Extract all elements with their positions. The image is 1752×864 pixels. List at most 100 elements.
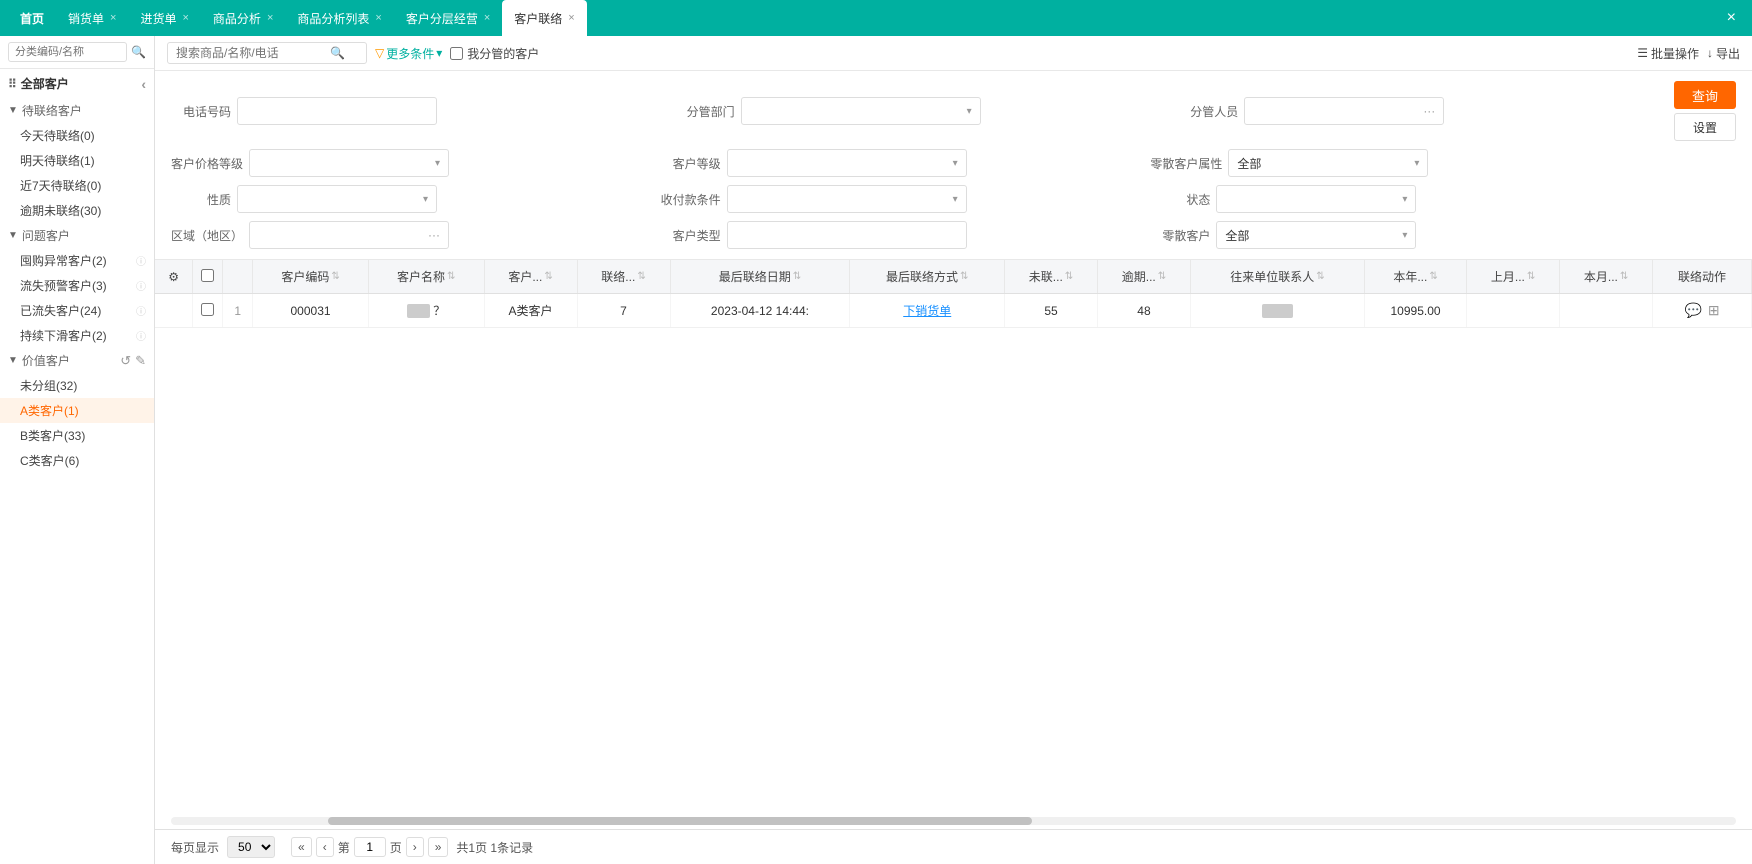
sidebar-search-input[interactable] — [8, 42, 127, 62]
col-last-month[interactable]: 上月... ⇅ — [1467, 260, 1560, 294]
row-last-month — [1467, 294, 1560, 328]
sidebar-item-ungrouped[interactable]: 未分组(32) — [0, 373, 154, 398]
sort-icon-2: ⇅ — [447, 271, 455, 282]
col-last-contact-method[interactable]: 最后联络方式 ⇅ — [850, 260, 1005, 294]
settings-button[interactable]: 设置 — [1674, 113, 1736, 141]
sidebar-collapse-button[interactable]: ‹ — [141, 76, 146, 92]
select-all-checkbox[interactable] — [201, 269, 214, 282]
sidebar-item-lost-warning[interactable]: 流失预警客户(3) ⓘ — [0, 273, 154, 298]
row-select-checkbox[interactable] — [201, 303, 214, 316]
page-size-label: 每页显示 — [171, 839, 219, 856]
my-customer-checkbox-wrapper[interactable]: 我分管的客户 — [450, 45, 539, 62]
dept-select[interactable]: ▾ — [741, 97, 981, 125]
nav-tab-sales[interactable]: 销货单 × — [56, 0, 128, 36]
nav-tab-customer-contact[interactable]: 客户联络 × — [502, 0, 586, 36]
nav-home[interactable]: 首页 — [8, 0, 56, 36]
export-button[interactable]: ↓ 导出 — [1707, 45, 1740, 62]
prev-page-button[interactable]: ‹ — [316, 837, 334, 857]
qr-icon[interactable]: ⊞ — [1708, 302, 1720, 319]
next-page-button[interactable]: › — [406, 837, 424, 857]
sidebar-search-icon[interactable]: 🔍 — [131, 45, 146, 59]
value-customers-group[interactable]: ▼ 价值客户 ↺ ✎ — [0, 348, 154, 373]
close-customer-contact-tab[interactable]: × — [568, 12, 574, 24]
sort-icon-3: ⇅ — [544, 271, 552, 282]
col-unit-contact[interactable]: 往来单位联系人 ⇅ — [1190, 260, 1364, 294]
sidebar-item-declining-customers[interactable]: 持续下滑客户(2) ⓘ — [0, 323, 154, 348]
table-header-row: ⚙ 客户编码 ⇅ — [155, 260, 1752, 294]
more-filter-button[interactable]: ▽ 更多条件 ▾ — [375, 45, 442, 62]
all-customers-header[interactable]: ⠿ 全部客户 ‹ — [0, 69, 154, 98]
main-search-input[interactable] — [176, 46, 326, 60]
nav-tab-product-list[interactable]: 商品分析列表 × — [285, 0, 393, 36]
close-product-list-tab[interactable]: × — [375, 12, 381, 24]
customer-grade-select[interactable]: ▾ — [727, 149, 967, 177]
close-customer-segment-tab[interactable]: × — [484, 12, 490, 24]
sidebar-item-abnormal-purchase[interactable]: 囤购异常客户(2) ⓘ — [0, 248, 154, 273]
col-contact-count[interactable]: 联络... ⇅ — [577, 260, 670, 294]
col-last-contact-date[interactable]: 最后联络日期 ⇅ — [670, 260, 850, 294]
close-purchase-tab[interactable]: × — [182, 12, 188, 24]
close-product-analysis-tab[interactable]: × — [267, 12, 273, 24]
refresh-icon[interactable]: ↺ — [120, 353, 131, 369]
row-action-icons: 💬 ⊞ — [1659, 302, 1745, 319]
chat-icon[interactable]: 💬 — [1684, 302, 1701, 319]
row-overdue: 48 — [1097, 294, 1190, 328]
pending-contact-group[interactable]: ▼ 待联络客户 — [0, 98, 154, 123]
last-page-button[interactable]: » — [428, 837, 449, 857]
retail-attr-select[interactable]: 全部 ▾ — [1228, 149, 1428, 177]
col-customer-type[interactable]: 客户... ⇅ — [484, 260, 577, 294]
customer-type-label: 客户类型 — [661, 227, 721, 244]
sidebar-item-7days-contact[interactable]: 近7天待联络(0) — [0, 173, 154, 198]
sidebar-item-b-class[interactable]: B类客户(33) — [0, 423, 154, 448]
nav-tab-customer-segment[interactable]: 客户分层经营 × — [394, 0, 502, 36]
query-button[interactable]: 查询 — [1674, 81, 1736, 109]
col-index — [223, 260, 253, 294]
row-contact-count: 7 — [577, 294, 670, 328]
customer-type-select[interactable] — [727, 221, 967, 249]
row-name[interactable]: Ea ？ — [368, 294, 484, 328]
price-grade-select[interactable]: ▾ — [249, 149, 449, 177]
region-select[interactable]: ··· — [249, 221, 449, 249]
payment-select[interactable]: ▾ — [727, 185, 967, 213]
scrollbar-thumb[interactable] — [328, 817, 1032, 825]
sidebar-item-a-class[interactable]: A类客户(1) — [0, 398, 154, 423]
info-icon-2: ⓘ — [136, 278, 146, 293]
sidebar-item-today-contact[interactable]: 今天待联络(0) — [0, 123, 154, 148]
page-number-input[interactable] — [354, 837, 386, 857]
col-customer-name[interactable]: 客户名称 ⇅ — [368, 260, 484, 294]
row-no-contact: 55 — [1005, 294, 1098, 328]
sidebar-item-overdue-contact[interactable]: 逾期未联络(30) — [0, 198, 154, 223]
nature-select[interactable]: ▾ — [237, 185, 437, 213]
page-size-select[interactable]: 50 — [227, 836, 275, 858]
window-close-button[interactable]: × — [1719, 9, 1744, 27]
sidebar-item-lost-customers[interactable]: 已流失客户(24) ⓘ — [0, 298, 154, 323]
sort-icon-7: ⇅ — [1065, 271, 1073, 282]
batch-op-button[interactable]: ☰ 批量操作 — [1637, 45, 1699, 62]
sidebar-item-tomorrow-contact[interactable]: 明天待联络(1) — [0, 148, 154, 173]
nav-tab-product-analysis[interactable]: 商品分析 × — [201, 0, 285, 36]
nature-chevron-icon: ▾ — [423, 194, 428, 205]
col-overdue[interactable]: 逾期... ⇅ — [1097, 260, 1190, 294]
nav-tab-purchase[interactable]: 进货单 × — [128, 0, 200, 36]
price-grade-chevron-icon: ▾ — [435, 158, 440, 169]
retail-customer-select[interactable]: 全部 ▾ — [1216, 221, 1416, 249]
problem-customers-group[interactable]: ▼ 问题客户 — [0, 223, 154, 248]
customer-grade-chevron-icon: ▾ — [953, 158, 958, 169]
filter-status: 状态 ▾ — [1150, 185, 1616, 213]
first-page-button[interactable]: « — [291, 837, 312, 857]
row-last-contact-method[interactable]: 下销货单 — [850, 294, 1005, 328]
phone-input[interactable] — [237, 97, 437, 125]
sidebar-item-c-class[interactable]: C类客户(6) — [0, 448, 154, 473]
col-customer-code[interactable]: 客户编码 ⇅ — [253, 260, 369, 294]
my-customer-checkbox[interactable] — [450, 47, 463, 60]
col-this-year[interactable]: 本年... ⇅ — [1364, 260, 1466, 294]
gear-icon[interactable]: ⚙ — [168, 270, 179, 284]
close-sales-tab[interactable]: × — [110, 12, 116, 24]
main-search-icon[interactable]: 🔍 — [330, 46, 345, 60]
col-this-month[interactable]: 本月... ⇅ — [1560, 260, 1653, 294]
manager-select[interactable]: ··· — [1244, 97, 1444, 125]
edit-icon[interactable]: ✎ — [135, 353, 146, 369]
customer-table: ⚙ 客户编码 ⇅ — [155, 260, 1752, 328]
status-select[interactable]: ▾ — [1216, 185, 1416, 213]
col-no-contact[interactable]: 未联... ⇅ — [1005, 260, 1098, 294]
